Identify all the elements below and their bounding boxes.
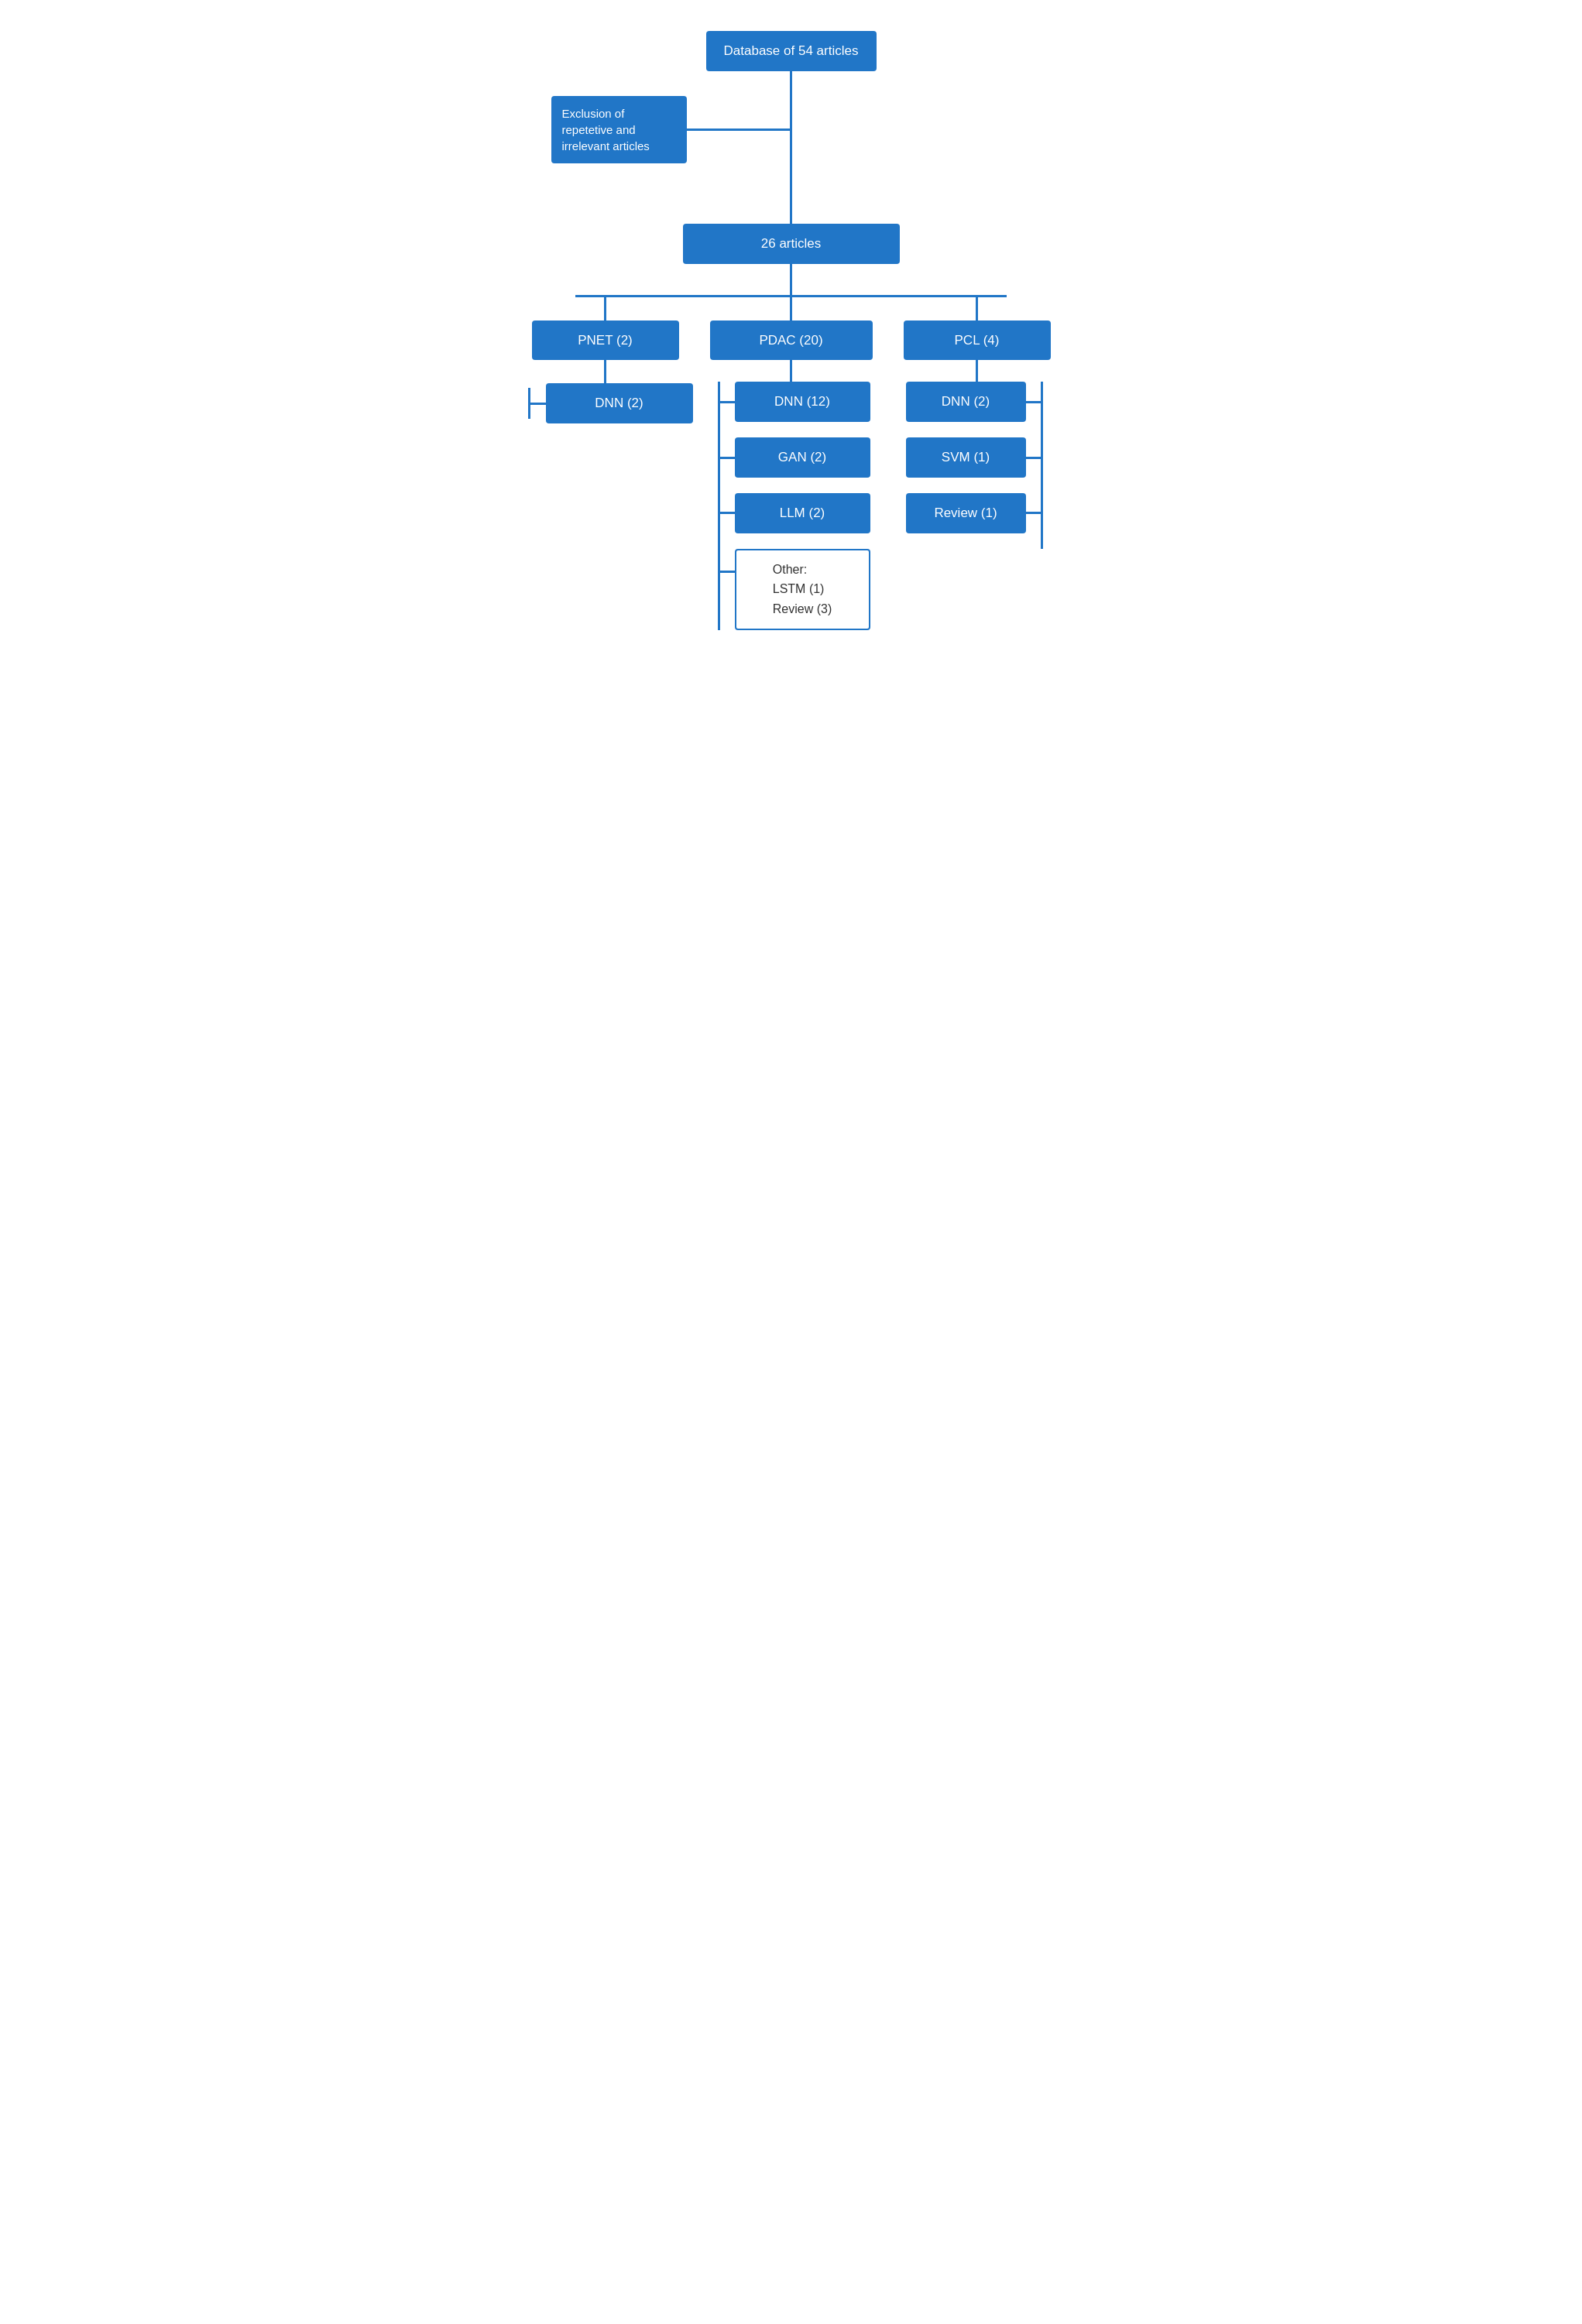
pdac-v-drop [790, 297, 792, 320]
pcl-label: PCL (4) [955, 331, 1000, 350]
pcl-dnn-node: DNN (2) [906, 382, 1026, 422]
pdac-dnn-h [718, 401, 735, 403]
pdac-other-h [718, 571, 735, 573]
pnet-dnn-node: DNN (2) [546, 383, 693, 423]
pdac-llm-row: LLM (2) [718, 493, 870, 533]
pdac-gan-h [718, 457, 735, 459]
pdac-llm-node: LLM (2) [735, 493, 870, 533]
v-connector-2 [790, 96, 792, 197]
pdac-label: PDAC (20) [759, 331, 822, 350]
database-label: Database of 54 articles [724, 42, 859, 60]
pnet-v-drop [604, 297, 606, 320]
pdac-llm-h [718, 512, 735, 514]
pcl-dnn-label: DNN (2) [942, 392, 990, 411]
pcl-rail [1041, 382, 1043, 548]
pdac-gan-label: GAN (2) [778, 448, 826, 467]
h-branch-bar [575, 295, 1007, 297]
pdac-center-v [790, 360, 792, 382]
pcl-svm-label: SVM (1) [942, 448, 990, 467]
exclusion-h-connector [687, 129, 790, 131]
pcl-svm-node: SVM (1) [906, 437, 1026, 478]
pdac-rail [718, 382, 720, 629]
pdac-node: PDAC (20) [710, 320, 873, 361]
pcl-review-row: Review (1) [906, 493, 1043, 533]
exclusion-label: Exclusion of repetetive and irrelevant a… [551, 96, 687, 163]
pnet-dnn-label: DNN (2) [595, 394, 643, 413]
flowchart-diagram: Database of 54 articles Exclusion of rep… [528, 31, 1055, 630]
col-pcl: PCL (4) DNN (2) [900, 297, 1055, 549]
pcl-v-drop [976, 297, 978, 320]
pdac-other-row: Other:LSTM (1)Review (3) [718, 549, 870, 630]
articles-26-node: 26 articles [683, 224, 900, 264]
pdac-dnn-row: DNN (12) [718, 382, 870, 422]
pdac-other-node: Other:LSTM (1)Review (3) [735, 549, 870, 630]
pdac-gan-node: GAN (2) [735, 437, 870, 478]
v-connector-4 [790, 264, 792, 295]
pnet-label: PNET (2) [578, 331, 633, 350]
pdac-dnn-node: DNN (12) [735, 382, 870, 422]
pcl-center-v [976, 360, 978, 382]
pdac-gan-row: GAN (2) [718, 437, 870, 478]
v-connector-1 [790, 71, 792, 96]
pdac-dnn-label: DNN (12) [774, 392, 830, 411]
exclusion-node: Exclusion of repetetive and irrelevant a… [551, 96, 687, 163]
pnet-node: PNET (2) [532, 320, 679, 361]
col-pnet: PNET (2) [528, 297, 683, 424]
pcl-svm-row: SVM (1) [906, 437, 1043, 478]
col-pdac: PDAC (20) DNN (12) [706, 297, 877, 630]
pdac-other-label: Other:LSTM (1)Review (3) [773, 560, 832, 619]
pnet-sub-v [604, 360, 606, 383]
pcl-dnn-row: DNN (2) [906, 382, 1043, 422]
pcl-review-node: Review (1) [906, 493, 1026, 533]
pcl-node: PCL (4) [904, 320, 1051, 361]
database-node: Database of 54 articles [706, 31, 877, 71]
v-connector-3 [790, 197, 792, 224]
pnet-bracket-h [530, 403, 546, 405]
pcl-review-label: Review (1) [934, 504, 997, 523]
articles-26-label: 26 articles [761, 235, 821, 253]
pdac-llm-label: LLM (2) [780, 504, 825, 523]
